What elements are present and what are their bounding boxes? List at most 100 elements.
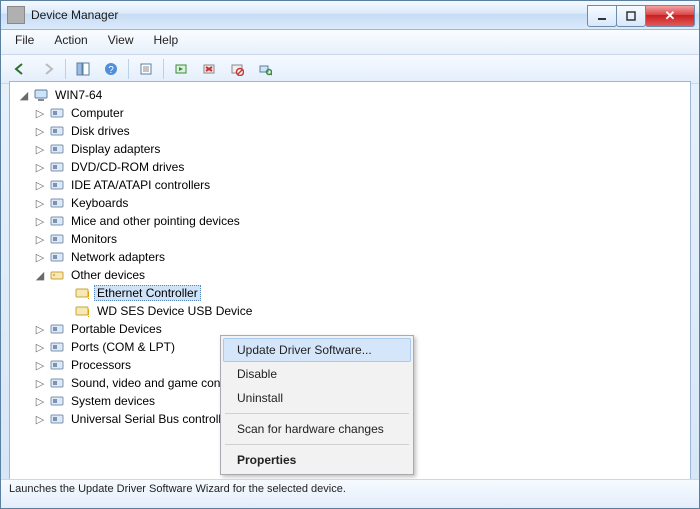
menu-view[interactable]: View — [100, 32, 142, 52]
cpu-icon — [49, 357, 65, 373]
back-button[interactable] — [7, 56, 33, 82]
tree-category-label: Portable Devices — [68, 321, 165, 337]
tree-root[interactable]: ◢ WIN7-64 — [16, 86, 690, 104]
tree-category[interactable]: ▷ Display adapters — [16, 140, 690, 158]
ctx-uninstall[interactable]: Uninstall — [223, 386, 411, 410]
status-text: Launches the Update Driver Software Wiza… — [9, 483, 346, 495]
expand-icon[interactable]: ▷ — [34, 179, 46, 192]
context-menu: Update Driver Software... Disable Uninst… — [220, 335, 414, 475]
tree-category[interactable]: ▷ Disk drives — [16, 122, 690, 140]
properties-button[interactable] — [133, 56, 159, 82]
help-button[interactable]: ? — [98, 56, 124, 82]
expand-icon[interactable]: ▷ — [34, 125, 46, 138]
menu-file[interactable]: File — [7, 32, 42, 52]
disable-button[interactable] — [224, 56, 250, 82]
expand-icon[interactable]: ▷ — [34, 215, 46, 228]
tree-category-label: System devices — [68, 393, 158, 409]
expand-icon[interactable]: ▷ — [34, 341, 46, 354]
ide-icon — [49, 177, 65, 193]
expand-icon[interactable]: ▷ — [34, 107, 46, 120]
ctx-scan[interactable]: Scan for hardware changes — [223, 417, 411, 441]
optical-icon — [49, 159, 65, 175]
tree-item-wd-ses-device[interactable]: ▷ ! WD SES Device USB Device — [16, 302, 690, 320]
app-icon — [7, 6, 25, 24]
tree-category[interactable]: ▷ Computer — [16, 104, 690, 122]
tree-category[interactable]: ▷Monitors — [16, 230, 690, 248]
toolbar: ? — [1, 55, 699, 84]
expand-icon[interactable]: ▷ — [34, 251, 46, 264]
tree-category-label: Network adapters — [68, 249, 168, 265]
menubar: File Action View Help — [1, 30, 699, 55]
tree-category[interactable]: ▷ Network adapters — [16, 248, 690, 266]
update-driver-button[interactable] — [168, 56, 194, 82]
tree-category[interactable]: ▷ IDE ATA/ATAPI controllers — [16, 176, 690, 194]
ctx-update-driver[interactable]: Update Driver Software... — [223, 338, 411, 362]
tree-root-label: WIN7-64 — [52, 87, 105, 103]
tree-category-label: DVD/CD-ROM drives — [68, 159, 187, 175]
tree-item-label: WD SES Device USB Device — [94, 303, 255, 319]
collapse-icon[interactable]: ◢ — [34, 269, 46, 282]
tree-category[interactable]: ▷ Mice and other pointing devices — [16, 212, 690, 230]
portable-icon — [49, 321, 65, 337]
tree-item-ethernet-controller[interactable]: ▷ ! Ethernet Controller — [16, 284, 690, 302]
tree-category-label: Display adapters — [68, 141, 163, 157]
tree-category-label: Mice and other pointing devices — [68, 213, 243, 229]
usb-icon — [49, 411, 65, 427]
expand-icon[interactable]: ▷ — [34, 359, 46, 372]
menu-action[interactable]: Action — [46, 32, 95, 52]
statusbar: Launches the Update Driver Software Wiza… — [1, 479, 699, 508]
mouse-icon — [49, 213, 65, 229]
window-title: Device Manager — [31, 8, 588, 22]
expand-icon[interactable]: ▷ — [34, 395, 46, 408]
window-buttons: ✕ — [588, 5, 695, 25]
svg-text:!: ! — [87, 308, 90, 319]
tree-category-other-devices[interactable]: ◢ Other devices — [16, 266, 690, 284]
maximize-button[interactable] — [616, 5, 646, 27]
svg-text:?: ? — [108, 65, 114, 76]
toolbar-separator — [65, 59, 66, 79]
computer-icon — [33, 87, 49, 103]
other-devices-icon — [49, 267, 65, 283]
unknown-device-icon: ! — [75, 285, 91, 301]
expand-icon[interactable]: ▷ — [34, 323, 46, 336]
forward-button[interactable] — [35, 56, 61, 82]
unknown-device-icon: ! — [75, 303, 91, 319]
tree-item-label: Ethernet Controller — [94, 285, 201, 301]
computer-icon — [49, 105, 65, 121]
tree-category-label: Ports (COM & LPT) — [68, 339, 178, 355]
system-icon — [49, 393, 65, 409]
titlebar: Device Manager ✕ — [1, 1, 699, 30]
uninstall-button[interactable] — [196, 56, 222, 82]
expand-icon[interactable]: ▷ — [34, 143, 46, 156]
toolbar-separator — [128, 59, 129, 79]
menu-help[interactable]: Help — [146, 32, 187, 52]
ctx-disable[interactable]: Disable — [223, 362, 411, 386]
show-hide-tree-button[interactable] — [70, 56, 96, 82]
minimize-button[interactable] — [587, 5, 617, 27]
tree-category-label: Disk drives — [68, 123, 133, 139]
device-tree-pane[interactable]: ◢ WIN7-64 ▷ Computer ▷ Disk drives ▷ Display … — [9, 81, 691, 480]
tree-category[interactable]: ▷ Keyboards — [16, 194, 690, 212]
expand-icon[interactable]: ▷ — [34, 197, 46, 210]
expand-icon[interactable]: ▷ — [34, 377, 46, 390]
toolbar-separator — [163, 59, 164, 79]
ports-icon — [49, 339, 65, 355]
expand-icon[interactable]: ▷ — [34, 233, 46, 246]
tree-category-label: Computer — [68, 105, 127, 121]
tree-category-label: Other devices — [68, 267, 148, 283]
menu-separator — [225, 413, 409, 414]
close-button[interactable]: ✕ — [645, 5, 695, 27]
tree-category[interactable]: ▷ DVD/CD-ROM drives — [16, 158, 690, 176]
network-icon — [49, 249, 65, 265]
tree-category-label: Universal Serial Bus controllers — [68, 411, 241, 427]
menu-separator — [225, 444, 409, 445]
expand-icon[interactable]: ▷ — [34, 413, 46, 426]
tree-category-label: Keyboards — [68, 195, 131, 211]
scan-hardware-button[interactable] — [252, 56, 278, 82]
ctx-properties[interactable]: Properties — [223, 448, 411, 472]
collapse-icon[interactable]: ◢ — [18, 89, 30, 102]
tree-category-label: IDE ATA/ATAPI controllers — [68, 177, 213, 193]
expand-icon[interactable]: ▷ — [34, 161, 46, 174]
tree-category-label: Processors — [68, 357, 134, 373]
device-manager-window: Device Manager ✕ File Action View Help ? — [0, 0, 700, 509]
